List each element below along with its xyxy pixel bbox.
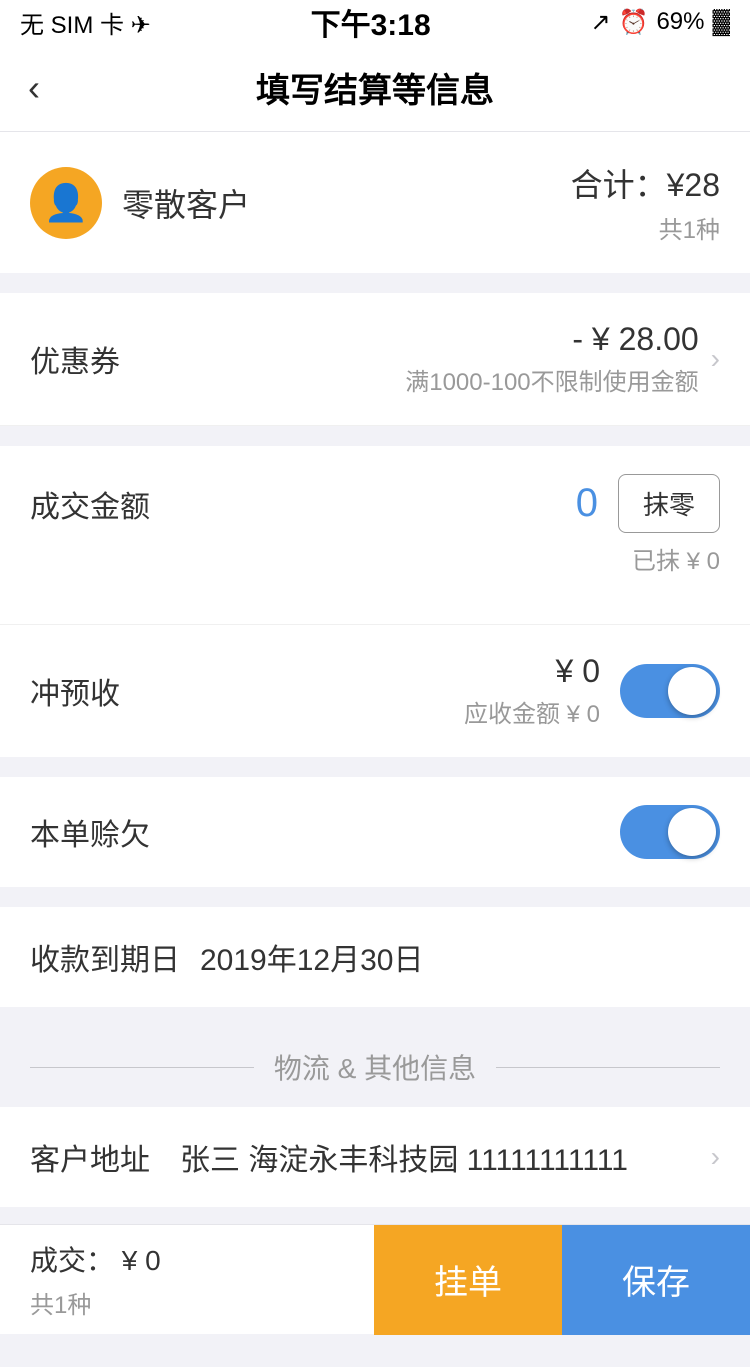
debt-toggle-knob [668, 808, 716, 856]
coupon-right: - ¥ 28.00 满1000-100不限制使用金额 › [405, 321, 720, 397]
debt-toggle[interactable] [620, 805, 720, 859]
due-date-row: 收款到期日 2019年12月30日 [0, 907, 750, 1007]
avatar-icon: 👤 [44, 182, 89, 224]
coupon-desc: 满1000-100不限制使用金额 [405, 362, 698, 397]
address-label: 客户地址 [30, 1135, 150, 1179]
prereceive-label: 冲预收 [30, 669, 120, 713]
customer-info: 👤 零散客户 [30, 167, 250, 239]
nav-bar: ‹ 填写结算等信息 [0, 44, 750, 132]
bottom-bar: 成交： ¥ 0 共1种 挂单 保存 [0, 1224, 750, 1334]
back-button[interactable]: ‹ [28, 67, 40, 109]
coupon-row[interactable]: 优惠券 - ¥ 28.00 满1000-100不限制使用金额 › [0, 293, 750, 426]
status-right: ↗ ⏰ 69% ▓ [590, 8, 730, 37]
due-date-label: 收款到期日 [30, 935, 180, 979]
total-count: 共1种 [571, 210, 720, 245]
coupon-section[interactable]: 优惠券 - ¥ 28.00 满1000-100不限制使用金额 › [0, 293, 750, 426]
due-date-value: 2019年12月30日 [200, 935, 423, 979]
status-network: 无 SIM 卡 ✈ [20, 5, 151, 40]
prereceive-right: ¥ 0 应收金额 ¥ 0 [464, 653, 720, 729]
divider-text: 物流 & 其他信息 [274, 1047, 476, 1087]
address-chevron-icon: › [711, 1141, 720, 1173]
deal-amount-label: 成交金额 [30, 482, 150, 526]
deal-amount-controls: 0 抹零 [558, 474, 720, 533]
divider-text-row: 物流 & 其他信息 [0, 1047, 750, 1087]
total-price: 合计：¥28 [571, 160, 720, 206]
prereceive-amount: ¥ 0 [464, 653, 600, 690]
coupon-info: - ¥ 28.00 满1000-100不限制使用金额 [405, 321, 698, 397]
divider-line-right [496, 1067, 720, 1068]
customer-total: 合计：¥28 共1种 [571, 160, 720, 245]
already-rounded: 已抹 ¥ 0 [30, 541, 720, 576]
status-left: 无 SIM 卡 ✈ [20, 5, 151, 40]
prereceive-row: 冲预收 ¥ 0 应收金额 ¥ 0 [0, 624, 750, 757]
toggle-knob [668, 667, 716, 715]
prereceive-info: ¥ 0 应收金额 ¥ 0 [464, 653, 600, 729]
divider-line-left [30, 1067, 254, 1068]
prereceive-desc: 应收金额 ¥ 0 [464, 694, 600, 729]
bottom-summary: 成交： ¥ 0 共1种 [0, 1239, 374, 1320]
customer-row: 👤 零散客户 合计：¥28 共1种 [0, 132, 750, 273]
bottom-deal-label: 成交： ¥ 0 [30, 1239, 344, 1279]
deal-amount-row: 成交金额 0 抹零 已抹 ¥ 0 [0, 446, 750, 604]
due-date-section: 收款到期日 2019年12月30日 [0, 907, 750, 1007]
chevron-right-icon: › [711, 343, 720, 375]
customer-name: 零散客户 [122, 180, 250, 226]
location-icon: ↗ [590, 8, 610, 37]
coupon-discount: - ¥ 28.00 [405, 321, 698, 358]
status-bar: 无 SIM 卡 ✈ 下午3:18 ↗ ⏰ 69% ▓ [0, 0, 750, 44]
alarm-icon: ⏰ [619, 8, 649, 37]
address-value: 张三 海淀永丰科技园 11111111111 [180, 1135, 711, 1179]
coupon-label: 优惠券 [30, 337, 120, 381]
battery-label: 69% [656, 8, 704, 36]
deal-section: 成交金额 0 抹零 已抹 ¥ 0 冲预收 ¥ 0 应收金额 ¥ 0 [0, 446, 750, 757]
page-title: 填写结算等信息 [256, 63, 494, 112]
logistics-divider: 物流 & 其他信息 [0, 1027, 750, 1107]
customer-section: 👤 零散客户 合计：¥28 共1种 [0, 132, 750, 273]
save-button[interactable]: 保存 [562, 1225, 750, 1335]
debt-section: 本单赊欠 [0, 777, 750, 887]
address-section[interactable]: 客户地址 张三 海淀永丰科技园 11111111111 › [0, 1107, 750, 1207]
pending-button[interactable]: 挂单 [374, 1225, 562, 1335]
bottom-count-label: 共1种 [30, 1285, 344, 1320]
avatar: 👤 [30, 167, 102, 239]
deal-amount-top: 成交金额 0 抹零 [30, 474, 720, 533]
status-time: 下午3:18 [311, 0, 431, 44]
round-button[interactable]: 抹零 [618, 474, 720, 533]
debt-label: 本单赊欠 [30, 810, 150, 854]
battery-icon: ▓ [713, 8, 731, 36]
deal-amount-value[interactable]: 0 [558, 481, 598, 526]
prereceive-toggle[interactable] [620, 664, 720, 718]
